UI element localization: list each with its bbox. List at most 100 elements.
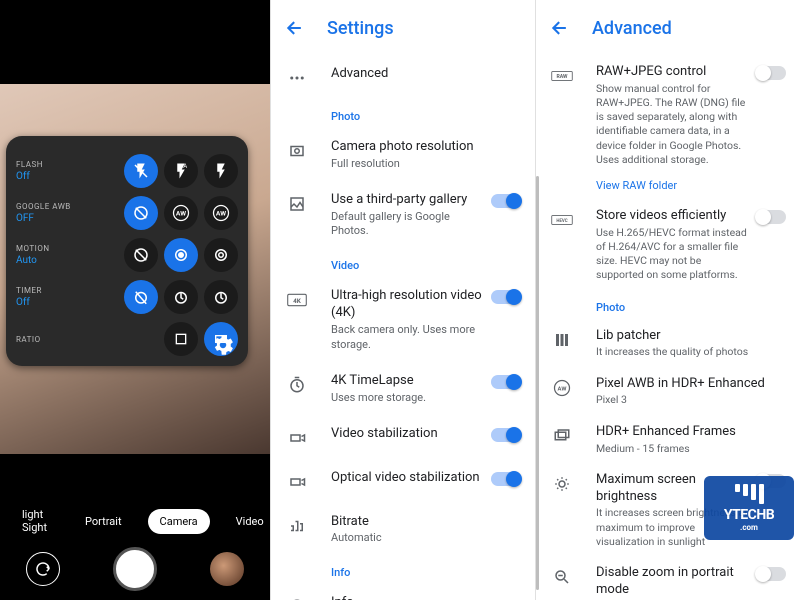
- hdr-icon: [550, 424, 574, 448]
- quick-row-timer: TIMER Off: [16, 276, 238, 318]
- svg-text:AW: AW: [558, 386, 567, 392]
- toggle-switch[interactable]: [756, 210, 786, 224]
- settings-header: Settings: [271, 0, 535, 56]
- ratio-label: RATIO: [16, 335, 88, 344]
- awb-icon: AW: [550, 376, 574, 400]
- advanced-item[interactable]: Disable zoom in portrait modeDefault zoo…: [536, 557, 800, 600]
- settings-item[interactable]: 4K Ultra-high resolution video (4K)Back c…: [271, 278, 535, 362]
- settings-section-info: Info: [271, 556, 535, 585]
- item-subtitle: Use H.265/HEVC format instead of H.264/A…: [596, 226, 750, 283]
- quick-row-awb: GOOGLE AWB OFF AW AW: [16, 192, 238, 234]
- item-title: Advanced: [331, 66, 521, 83]
- toggle-switch[interactable]: [756, 567, 786, 581]
- settings-item[interactable]: Camera photo resolutionFull resolution: [271, 129, 535, 182]
- letterbox: [0, 0, 270, 84]
- settings-item[interactable]: Info: [271, 585, 535, 600]
- item-title: Info: [331, 595, 521, 600]
- toggle-switch[interactable]: [491, 428, 521, 442]
- back-icon[interactable]: [550, 18, 570, 38]
- toggle-switch[interactable]: [756, 66, 786, 80]
- item-subtitle: Show manual control for RAW+JPEG. The RA…: [596, 82, 750, 167]
- svg-text:HEVC: HEVC: [556, 219, 567, 224]
- toggle-switch[interactable]: [491, 472, 521, 486]
- timer-3s-icon[interactable]: [164, 280, 198, 314]
- gallery-thumbnail[interactable]: [210, 552, 244, 586]
- advanced-item[interactable]: RAWRAW+JPEG controlShow manual control f…: [536, 56, 800, 175]
- timer-10s-icon[interactable]: [204, 280, 238, 314]
- awb-auto-icon[interactable]: AW: [164, 196, 198, 230]
- motion-auto-icon[interactable]: [164, 238, 198, 272]
- svg-text:AW: AW: [176, 210, 186, 218]
- flash-on-icon[interactable]: [204, 154, 238, 188]
- advanced-link[interactable]: View RAW folder: [536, 175, 800, 200]
- stab-icon: [285, 426, 309, 450]
- svg-text:4K: 4K: [293, 297, 302, 305]
- settings-section-video: Video: [271, 249, 535, 278]
- mode-night-sight[interactable]: light Sight: [10, 502, 59, 540]
- motion-label: MOTION: [16, 244, 88, 253]
- flash-label: FLASH: [16, 160, 88, 169]
- settings-item[interactable]: Optical video stabilization: [271, 460, 535, 504]
- flash-value: Off: [16, 171, 88, 182]
- awb-value: OFF: [16, 213, 88, 224]
- ratio-43-icon[interactable]: [164, 322, 198, 356]
- settings-item[interactable]: Use a third-party galleryDefault gallery…: [271, 182, 535, 250]
- flash-off-icon[interactable]: [124, 154, 158, 188]
- toggle-switch[interactable]: [491, 194, 521, 208]
- timer-value: Off: [16, 297, 88, 308]
- item-title: HDR+ Enhanced Frames: [596, 424, 786, 441]
- settings-item[interactable]: BitrateAutomatic: [271, 504, 535, 557]
- item-title: Ultra-high resolution video (4K): [331, 288, 485, 322]
- toggle-switch[interactable]: [491, 375, 521, 389]
- item-subtitle: Back camera only. Uses more storage.: [331, 323, 485, 353]
- item-title: Use a third-party gallery: [331, 192, 485, 209]
- mode-camera[interactable]: Camera: [148, 509, 210, 534]
- back-icon[interactable]: [285, 18, 305, 38]
- quick-row-ratio: RATIO: [16, 318, 238, 360]
- camera-modes: light Sight Portrait Camera Video More: [0, 504, 270, 538]
- settings-item[interactable]: Video stabilization: [271, 416, 535, 460]
- advanced-title: Advanced: [592, 18, 672, 39]
- tl-icon: [285, 373, 309, 397]
- toggle-switch[interactable]: [491, 290, 521, 304]
- settings-item[interactable]: Advanced: [271, 56, 535, 100]
- quick-row-flash: FLASH Off A: [16, 150, 238, 192]
- ois-icon: [285, 470, 309, 494]
- item-title: Optical video stabilization: [331, 470, 485, 487]
- br-icon: [285, 514, 309, 538]
- item-subtitle: Medium - 15 frames: [596, 442, 786, 456]
- settings-item[interactable]: 4K TimeLapseUses more storage.: [271, 363, 535, 416]
- timer-label: TIMER: [16, 286, 88, 295]
- switch-camera-icon[interactable]: [26, 552, 60, 586]
- motion-on-icon[interactable]: [204, 238, 238, 272]
- item-subtitle: Uses more storage.: [331, 391, 485, 406]
- settings-title: Settings: [327, 18, 394, 39]
- dots-icon: [285, 66, 309, 90]
- item-title: Camera photo resolution: [331, 139, 521, 156]
- advanced-item[interactable]: AWPixel AWB in HDR+ EnhancedPixel 3: [536, 368, 800, 416]
- svg-text:A: A: [183, 163, 187, 170]
- advanced-screen: Advanced RAWRAW+JPEG controlShow manual …: [535, 0, 800, 600]
- settings-screen: Settings AdvancedPhotoCamera photo resol…: [270, 0, 535, 600]
- info-icon: [285, 595, 309, 600]
- awb-off-icon[interactable]: [124, 196, 158, 230]
- mode-portrait[interactable]: Portrait: [73, 509, 134, 534]
- advanced-item[interactable]: HEVCStore videos efficientlyUse H.265/HE…: [536, 200, 800, 291]
- settings-section-photo: Photo: [271, 100, 535, 129]
- advanced-item[interactable]: Lib patcherIt increases the quality of p…: [536, 320, 800, 368]
- awb-on-icon[interactable]: AW: [204, 196, 238, 230]
- hevc-icon: HEVC: [550, 208, 574, 232]
- raw-icon: RAW: [550, 64, 574, 88]
- shutter-button[interactable]: [113, 547, 157, 591]
- advanced-item[interactable]: HDR+ Enhanced FramesMedium - 15 frames: [536, 416, 800, 464]
- svg-text:AW: AW: [216, 210, 226, 218]
- mode-video[interactable]: Video: [224, 509, 276, 534]
- timer-off-icon[interactable]: [124, 280, 158, 314]
- item-subtitle: Default gallery is Google Photos.: [331, 210, 485, 240]
- flash-auto-icon[interactable]: A: [164, 154, 198, 188]
- gear-icon[interactable]: [210, 332, 236, 358]
- motion-off-icon[interactable]: [124, 238, 158, 272]
- scrollbar[interactable]: [536, 176, 539, 590]
- motion-value: Auto: [16, 255, 88, 266]
- awb-label: GOOGLE AWB: [16, 202, 88, 211]
